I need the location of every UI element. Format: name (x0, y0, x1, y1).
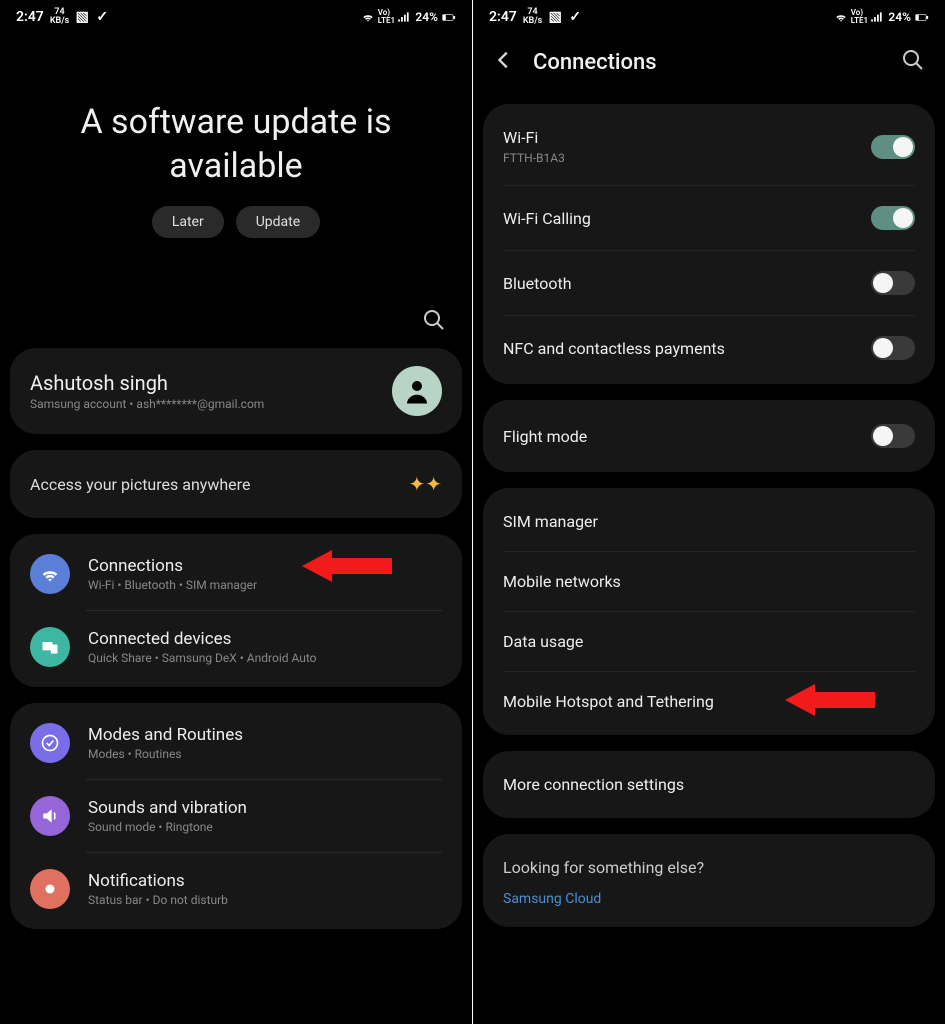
conn-group-wireless: Wi-Fi FTTH-B1A3 Wi-Fi Calling Bluetooth … (483, 104, 935, 384)
search-icon[interactable] (422, 308, 446, 336)
setting-sub: Quick Share • Samsung DeX • Android Auto (88, 651, 442, 665)
conn-title: More connection settings (503, 775, 684, 794)
settings-item-modes[interactable]: Modes and Routines Modes • Routines (10, 707, 462, 779)
setting-title: Sounds and vibration (88, 798, 442, 818)
volte-icon: Vo)LTE1 (852, 10, 866, 24)
status-speed: 74KB/s (50, 8, 69, 26)
conn-item-flight-mode[interactable]: Flight mode (483, 404, 935, 468)
conn-item-sim-manager[interactable]: SIM manager (483, 492, 935, 551)
wifi-icon (361, 10, 375, 24)
conn-title: Bluetooth (503, 274, 572, 293)
wifi-circle-icon (30, 554, 70, 594)
settings-main-screen: 2:47 74KB/s ▧ ✓ Vo)LTE1 24% A software u… (0, 0, 472, 1024)
modes-circle-icon (30, 723, 70, 763)
status-speed: 74KB/s (523, 8, 542, 26)
nfc-toggle[interactable] (871, 336, 915, 360)
conn-group-flight: Flight mode (483, 400, 935, 472)
update-button[interactable]: Update (236, 206, 320, 238)
promo-text: Access your pictures anywhere (30, 475, 250, 494)
conn-item-wifi[interactable]: Wi-Fi FTTH-B1A3 (483, 108, 935, 185)
lookfor-heading: Looking for something else? (483, 838, 935, 883)
conn-title: Data usage (503, 632, 583, 651)
headline-text: A software update is available (30, 100, 442, 188)
sound-circle-icon (30, 796, 70, 836)
conn-item-mobile-networks[interactable]: Mobile networks (483, 552, 935, 611)
setting-sub: Status bar • Do not disturb (88, 893, 442, 907)
conn-title: Mobile networks (503, 572, 621, 591)
annotation-arrow-icon (302, 546, 392, 586)
image-icon: ▧ (548, 10, 562, 24)
conn-title: Mobile Hotspot and Tethering (503, 692, 714, 711)
settings-item-sounds[interactable]: Sounds and vibration Sound mode • Ringto… (10, 780, 462, 852)
conn-title: Flight mode (503, 427, 587, 446)
flight-mode-toggle[interactable] (871, 424, 915, 448)
annotation-arrow-icon (785, 680, 875, 720)
status-bar: 2:47 74KB/s ▧ ✓ Vo)LTE1 24% (473, 0, 945, 30)
setting-title: Notifications (88, 871, 442, 891)
conn-title: NFC and contactless payments (503, 339, 725, 358)
signal-icon (397, 10, 411, 24)
account-card[interactable]: Ashutosh singh Samsung account • ash****… (10, 348, 462, 434)
conn-item-wifi-calling[interactable]: Wi-Fi Calling (483, 186, 935, 250)
back-button[interactable] (493, 49, 515, 75)
nav-header: Connections (473, 30, 945, 104)
conn-item-bluetooth[interactable]: Bluetooth (483, 251, 935, 315)
check-badge-icon: ✓ (568, 10, 582, 24)
conn-item-hotspot[interactable]: Mobile Hotspot and Tethering (483, 672, 935, 731)
wifi-calling-toggle[interactable] (871, 206, 915, 230)
search-icon[interactable] (901, 48, 925, 76)
account-name: Ashutosh singh (30, 371, 264, 395)
page-title: Connections (533, 50, 883, 75)
wifi-toggle[interactable] (871, 135, 915, 159)
sparkle-icon: ✦✦ (408, 472, 442, 496)
setting-sub: Sound mode • Ringtone (88, 820, 442, 834)
conn-item-more-settings[interactable]: More connection settings (483, 755, 935, 814)
conn-title: Wi-Fi (503, 128, 871, 147)
settings-group-connectivity: Connections Wi-Fi • Bluetooth • SIM mana… (10, 534, 462, 687)
promo-card[interactable]: Access your pictures anywhere ✦✦ (10, 450, 462, 518)
avatar[interactable] (392, 366, 442, 416)
settings-item-connections[interactable]: Connections Wi-Fi • Bluetooth • SIM mana… (10, 538, 462, 610)
setting-title: Modes and Routines (88, 725, 442, 745)
settings-group-system: Modes and Routines Modes • Routines Soun… (10, 703, 462, 929)
status-bar: 2:47 74KB/s ▧ ✓ Vo)LTE1 24% (0, 0, 472, 30)
battery-icon (915, 10, 929, 24)
status-time: 2:47 (489, 9, 517, 25)
volte-icon: Vo)LTE1 (379, 10, 393, 24)
image-icon: ▧ (75, 10, 89, 24)
bluetooth-toggle[interactable] (871, 271, 915, 295)
update-headline: A software update is available Later Upd… (0, 30, 472, 258)
setting-sub: Modes • Routines (88, 747, 442, 761)
battery-icon (442, 10, 456, 24)
conn-group-network: SIM manager Mobile networks Data usage M… (483, 488, 935, 735)
conn-title: Wi-Fi Calling (503, 209, 591, 228)
later-button[interactable]: Later (152, 206, 224, 238)
status-battery-pct: 24% (888, 10, 911, 24)
status-battery-pct: 24% (415, 10, 438, 24)
devices-circle-icon (30, 627, 70, 667)
conn-sub: FTTH-B1A3 (503, 151, 871, 165)
notifications-circle-icon (30, 869, 70, 909)
conn-title: SIM manager (503, 512, 598, 531)
setting-title: Connected devices (88, 629, 442, 649)
conn-group-more: More connection settings (483, 751, 935, 818)
lookfor-link-samsung-cloud[interactable]: Samsung Cloud (483, 883, 935, 907)
settings-item-notifications[interactable]: Notifications Status bar • Do not distur… (10, 853, 462, 925)
settings-item-connected-devices[interactable]: Connected devices Quick Share • Samsung … (10, 611, 462, 683)
check-badge-icon: ✓ (95, 10, 109, 24)
status-time: 2:47 (16, 9, 44, 25)
connections-screen: 2:47 74KB/s ▧ ✓ Vo)LTE1 24% Connections … (473, 0, 945, 1024)
wifi-icon (834, 10, 848, 24)
conn-item-nfc[interactable]: NFC and contactless payments (483, 316, 935, 380)
conn-item-data-usage[interactable]: Data usage (483, 612, 935, 671)
signal-icon (870, 10, 884, 24)
lookfor-card: Looking for something else? Samsung Clou… (483, 834, 935, 927)
account-sub: Samsung account • ash********@gmail.com (30, 397, 264, 411)
